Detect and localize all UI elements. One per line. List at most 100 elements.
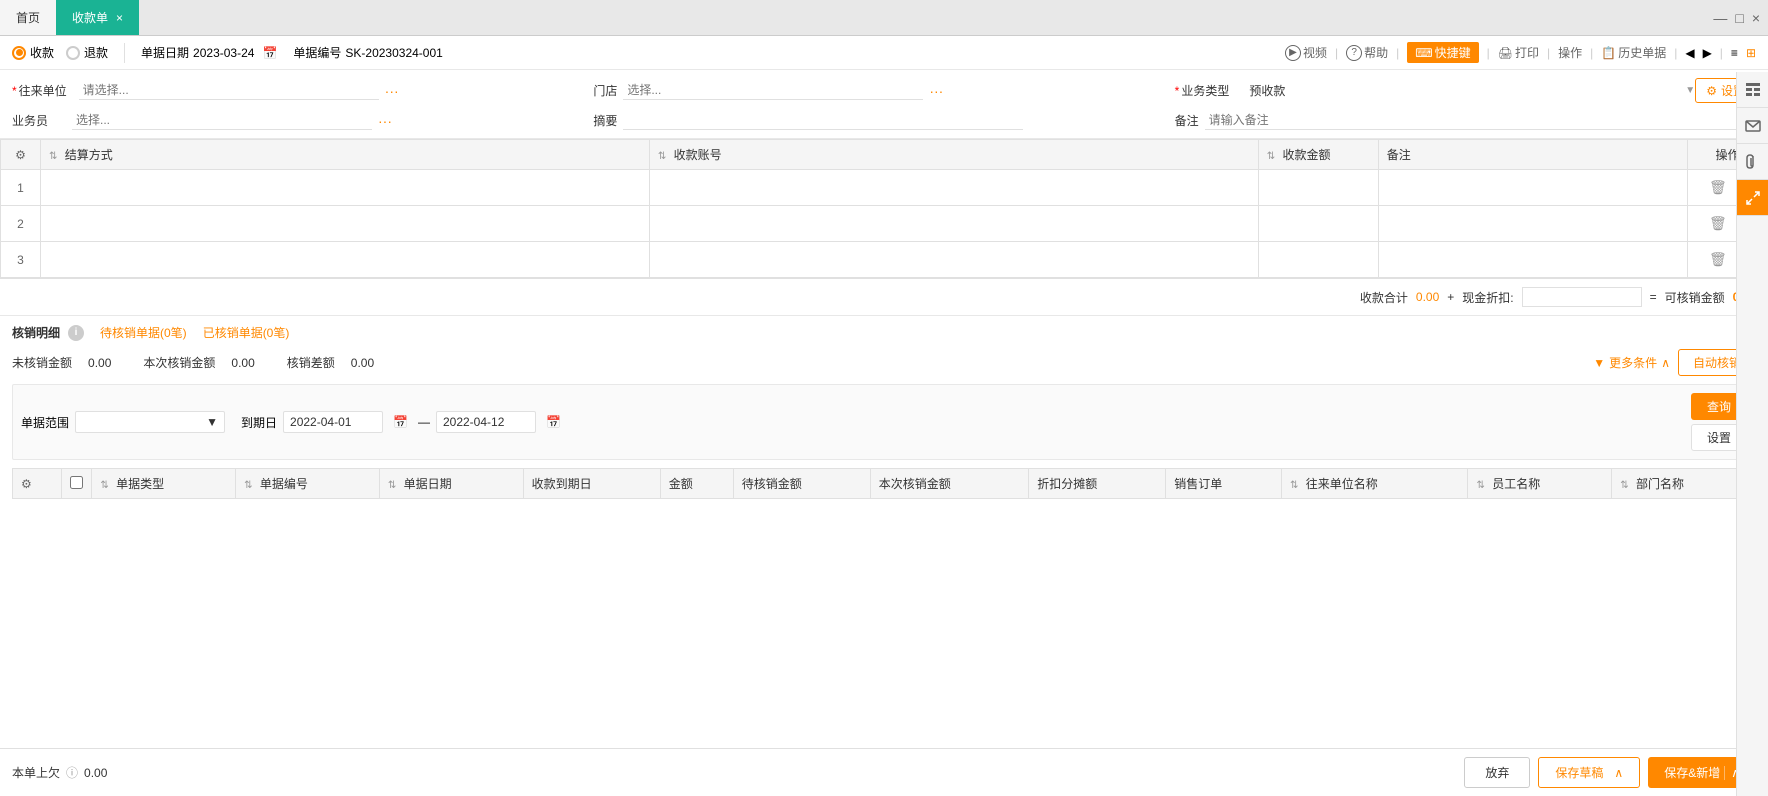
more-conditions-btn[interactable]: ▼ 更多条件 ∧ bbox=[1593, 354, 1670, 371]
gear-icon: ⚙ bbox=[1706, 84, 1717, 98]
settlement-1[interactable] bbox=[41, 170, 650, 206]
table-settings-icon[interactable]: ⚙ bbox=[15, 148, 26, 162]
settlement-2[interactable] bbox=[41, 206, 650, 242]
total-value: 0.00 bbox=[1416, 290, 1439, 304]
sidebar-attachment-icon[interactable] bbox=[1737, 144, 1768, 180]
remark-2[interactable] bbox=[1378, 206, 1687, 242]
radio-receipt-label: 收款 bbox=[30, 44, 54, 61]
remark-1[interactable] bbox=[1378, 170, 1687, 206]
save-draft-button[interactable]: 保存草稿 ∧ bbox=[1538, 757, 1640, 788]
bottom-table-settings-icon[interactable]: ⚙ bbox=[21, 477, 32, 491]
calendar-start-icon[interactable]: 📅 bbox=[393, 415, 408, 429]
required-star-1: * bbox=[12, 84, 17, 98]
maximize-icon[interactable]: □ bbox=[1735, 10, 1743, 26]
video-btn[interactable]: ▶ 视频 bbox=[1285, 44, 1327, 61]
verify-info-icon[interactable]: i bbox=[68, 325, 84, 341]
remark-field: 备注 bbox=[1175, 111, 1756, 130]
print-btn[interactable]: 🖨 打印 bbox=[1498, 44, 1539, 61]
bottom-col-staff-label: 员工名称 bbox=[1492, 477, 1540, 491]
video-icon: ▶ bbox=[1285, 45, 1301, 61]
bottom-col-order: 销售订单 bbox=[1166, 469, 1282, 499]
account-2[interactable] bbox=[649, 206, 1258, 242]
footer-left: 本单上欠 ⓘ 0.00 bbox=[12, 764, 107, 781]
grid-icon[interactable]: ⊞ bbox=[1746, 46, 1756, 60]
pending-tab[interactable]: 待核销单据(0笔) bbox=[100, 324, 187, 341]
tab-receipt[interactable]: 收款单 × bbox=[56, 0, 139, 35]
account-3[interactable] bbox=[649, 242, 1258, 278]
bottom-col-date-label: 单据日期 bbox=[404, 477, 452, 491]
top-toolbar: 收款 退款 单据日期 2023-03-24 📅 单据编号 SK-20230324… bbox=[0, 36, 1768, 70]
summary-input[interactable] bbox=[623, 111, 1023, 130]
settlement-3[interactable] bbox=[41, 242, 650, 278]
col-account-label: 收款账号 bbox=[674, 148, 722, 162]
row-num-3: 3 bbox=[1, 242, 41, 278]
store-input[interactable] bbox=[623, 81, 923, 100]
radio-receipt[interactable]: 收款 bbox=[12, 44, 54, 61]
date-value: 2023-03-24 bbox=[193, 46, 254, 60]
summary-label: 摘要 bbox=[593, 112, 623, 129]
select-all-checkbox[interactable] bbox=[70, 476, 83, 489]
save-draft-arrow[interactable]: ∧ bbox=[1607, 766, 1623, 780]
close-window-icon[interactable]: × bbox=[1752, 10, 1760, 26]
staff-field: 业务员 ··· bbox=[12, 111, 593, 130]
date-field: 单据日期 2023-03-24 📅 bbox=[141, 44, 277, 61]
nav-right-icon[interactable]: ▶ bbox=[1703, 46, 1712, 60]
shortcut-btn[interactable]: ⌨ 快捷键 bbox=[1407, 42, 1478, 63]
table-row: 2 🗑 ⧉ bbox=[1, 206, 1768, 242]
start-date-input[interactable] bbox=[283, 411, 383, 433]
account-1[interactable] bbox=[649, 170, 1258, 206]
table-row: 1 🗑 ⧉ bbox=[1, 170, 1768, 206]
counterparty-more-icon[interactable]: ··· bbox=[379, 83, 405, 99]
end-date-input[interactable] bbox=[436, 411, 536, 433]
amount-3[interactable] bbox=[1258, 242, 1378, 278]
row-num-1: 1 bbox=[1, 170, 41, 206]
verify-table: ⚙ ⇅ 单据类型 ⇅ 单据编号 ⇅ 单据日期 bbox=[12, 468, 1756, 499]
staff-more-icon[interactable]: ··· bbox=[372, 113, 398, 129]
verify-title-row: 核销明细 i 待核销单据(0笔) 已核销单据(0笔) bbox=[12, 324, 1756, 341]
calendar-end-icon[interactable]: 📅 bbox=[546, 415, 561, 429]
sidebar-expand-icon[interactable] bbox=[1737, 180, 1768, 216]
tab-close-icon[interactable]: × bbox=[116, 11, 123, 25]
minimize-icon[interactable]: — bbox=[1713, 10, 1727, 26]
list-icon[interactable]: ≡ bbox=[1731, 46, 1738, 60]
table-icon bbox=[1745, 82, 1761, 98]
operation-btn[interactable]: 操作 bbox=[1558, 44, 1582, 61]
verified-tab[interactable]: 已核销单据(0笔) bbox=[203, 324, 290, 341]
auto-verify-label: 自动核销 bbox=[1693, 356, 1741, 370]
store-more-icon[interactable]: ··· bbox=[923, 83, 949, 99]
counterparty-input[interactable] bbox=[79, 81, 379, 100]
history-btn[interactable]: 📋 历史单据 bbox=[1601, 44, 1666, 61]
amount-2[interactable] bbox=[1258, 206, 1378, 242]
date-label: 单据日期 bbox=[141, 44, 189, 61]
sidebar-email-icon[interactable] bbox=[1737, 108, 1768, 144]
radio-refund[interactable]: 退款 bbox=[66, 44, 108, 61]
delete-row-2-icon[interactable]: 🗑 bbox=[1709, 215, 1727, 231]
radio-refund-label: 退款 bbox=[84, 44, 108, 61]
range-select[interactable]: ▼ bbox=[75, 411, 225, 433]
remark-input[interactable] bbox=[1205, 111, 1756, 130]
staff-input[interactable] bbox=[72, 111, 372, 130]
tab-bar: 首页 收款单 × — □ × bbox=[0, 0, 1768, 36]
delete-row-3-icon[interactable]: 🗑 bbox=[1709, 251, 1727, 267]
tab-home[interactable]: 首页 bbox=[0, 0, 56, 35]
no-label: 单据编号 bbox=[293, 44, 341, 61]
footer-info-icon[interactable]: ⓘ bbox=[66, 764, 78, 781]
discount-input[interactable] bbox=[1522, 287, 1642, 307]
summary-row: 收款合计 0.00 + 现金折扣: = 可核销金额 0.00 bbox=[0, 278, 1768, 315]
bottom-col-discount-label: 折扣分摊额 bbox=[1037, 477, 1097, 491]
toolbar-actions: ▶ 视频 | ? 帮助 | ⌨ 快捷键 | 🖨 打印 | 操作 | bbox=[1285, 42, 1756, 63]
calendar-icon[interactable]: 📅 bbox=[262, 46, 277, 60]
form-row-2: 业务员 ··· 摘要 备注 bbox=[12, 111, 1756, 130]
delete-row-1-icon[interactable]: 🗑 bbox=[1709, 179, 1727, 195]
store-label: 门店 bbox=[593, 82, 623, 99]
abandon-button[interactable]: 放弃 bbox=[1464, 757, 1530, 788]
help-icon: ? bbox=[1346, 45, 1362, 61]
sidebar-table-icon[interactable] bbox=[1737, 72, 1768, 108]
bottom-col-type: ⇅ 单据类型 bbox=[92, 469, 236, 499]
nav-left-icon[interactable]: ◀ bbox=[1685, 46, 1694, 60]
verifiable-label: 可核销金额 bbox=[1665, 289, 1725, 306]
business-type-arrow[interactable]: ▼ bbox=[1685, 85, 1695, 96]
amount-1[interactable] bbox=[1258, 170, 1378, 206]
help-btn[interactable]: ? 帮助 bbox=[1346, 44, 1388, 61]
remark-3[interactable] bbox=[1378, 242, 1687, 278]
